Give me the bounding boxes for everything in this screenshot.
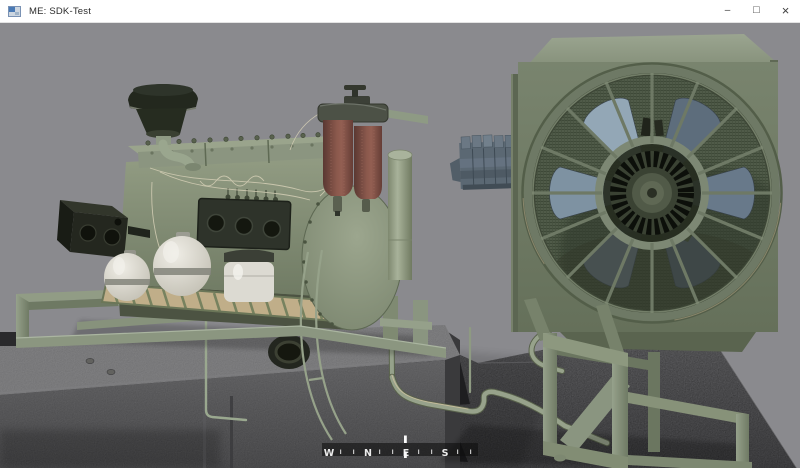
app-window: ME: SDK-Test – □ × — [0, 0, 800, 468]
3d-viewport[interactable]: W N E S — [0, 22, 800, 468]
oil-filter-cylinder — [388, 150, 412, 280]
compass-letter-w: W — [324, 448, 335, 459]
heading-marker-bottom — [404, 452, 407, 459]
heading-marker-top — [404, 436, 407, 444]
minimize-button[interactable]: – — [713, 0, 742, 22]
titlebar: ME: SDK-Test – □ × — [0, 0, 800, 23]
window-title: ME: SDK-Test — [29, 6, 91, 17]
window-controls: – □ × — [713, 0, 800, 22]
engine-side-panel — [197, 198, 291, 249]
compass-bar — [322, 443, 478, 456]
maximize-button[interactable]: □ — [742, 0, 771, 22]
compass-letter-s: S — [442, 448, 449, 459]
compass-letter-n: N — [364, 448, 372, 459]
app-icon — [8, 6, 21, 17]
close-button[interactable]: × — [771, 0, 800, 22]
